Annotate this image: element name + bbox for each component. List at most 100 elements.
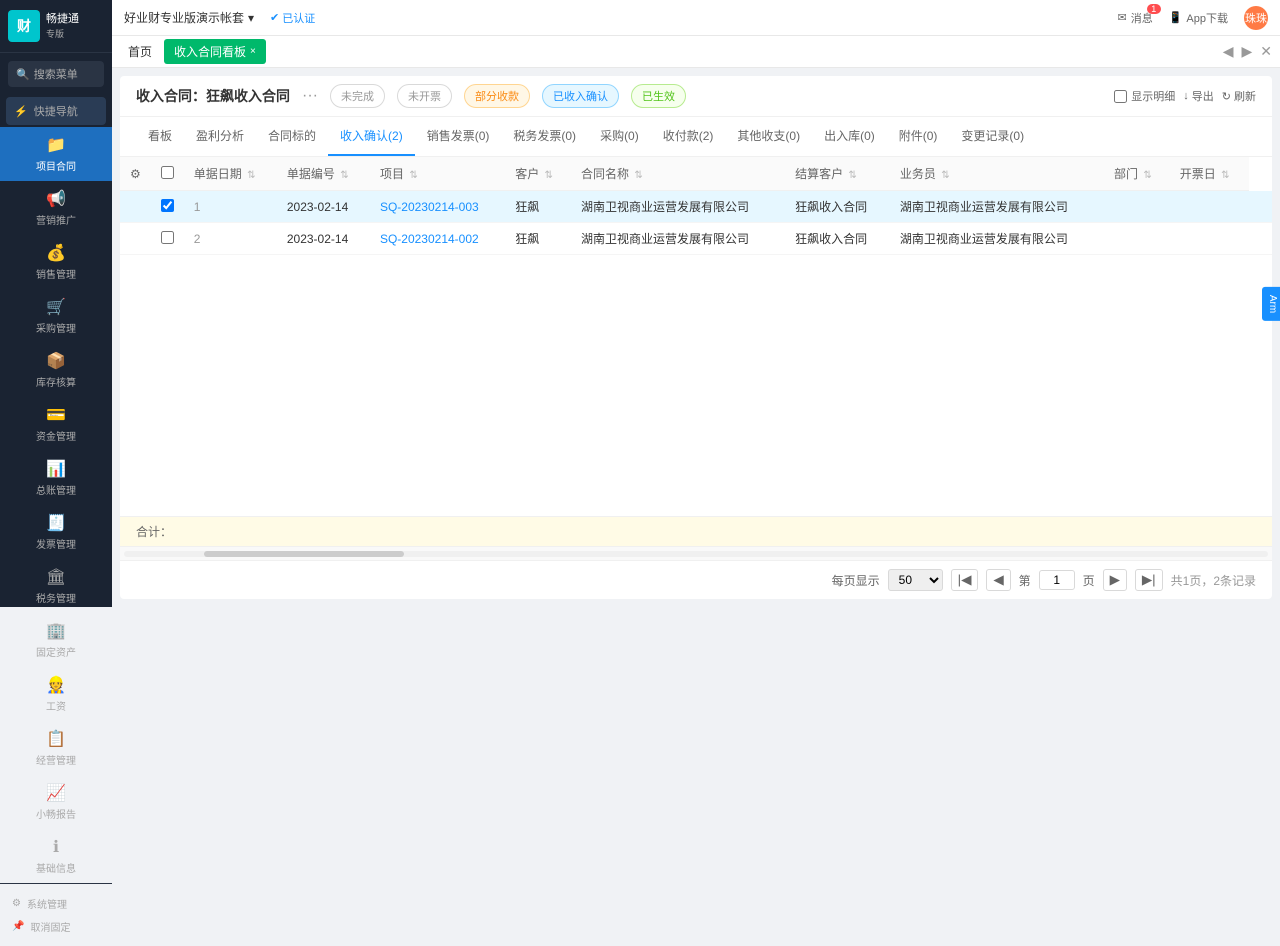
row-number-1[interactable]: SQ-20230214-002	[370, 223, 505, 255]
scroll-thumb[interactable]	[204, 551, 404, 557]
active-tab[interactable]: 收入合同看板 ×	[164, 39, 266, 64]
sidebar-item-库存核算[interactable]: 📦库存核算	[0, 343, 112, 397]
messages-button[interactable]: ✉ 消息 1	[1118, 10, 1153, 26]
pagination-last-button[interactable]: ▶|	[1135, 569, 1163, 591]
status-confirmed-button[interactable]: 已收入确认	[542, 84, 619, 108]
per-page-select[interactable]: 50 10 20 100	[888, 569, 943, 591]
pagination: 每页显示 50 10 20 100 |◀ ◀ 第 页 ▶ ▶| 共1页，2条记录	[120, 560, 1272, 599]
status-no-invoice-button[interactable]: 未开票	[397, 84, 452, 108]
status-partial-button[interactable]: 部分收款	[464, 84, 530, 108]
row-checkbox-0[interactable]	[161, 199, 174, 212]
subtab-3[interactable]: 收入确认(2)	[328, 117, 415, 156]
row-num-0: 1	[184, 191, 277, 223]
subtab-8[interactable]: 其他收支(0)	[725, 117, 812, 156]
sidebar-item-税务管理[interactable]: 🏛税务管理	[0, 559, 112, 613]
horizontal-scrollbar[interactable]	[120, 546, 1272, 560]
sidebar-item-采购管理[interactable]: 🛒采购管理	[0, 289, 112, 343]
row-number-link-0[interactable]: SQ-20230214-003	[380, 200, 479, 214]
sidebar-icon-13: 📋	[46, 729, 66, 749]
sidebar-item-销售管理[interactable]: 💰销售管理	[0, 235, 112, 289]
subtab-10[interactable]: 附件(0)	[887, 117, 950, 156]
pagination-first-button[interactable]: |◀	[951, 569, 979, 591]
subtab-6[interactable]: 采购(0)	[588, 117, 651, 156]
status-incomplete-button[interactable]: 未完成	[330, 84, 385, 108]
logo-sub: 专版	[46, 27, 79, 40]
subtab-11[interactable]: 变更记录(0)	[949, 117, 1036, 156]
column-settings-icon[interactable]: ⚙	[130, 167, 141, 181]
tab-prev-button[interactable]: ◀	[1223, 43, 1234, 60]
search-menu-button[interactable]: 🔍 搜索菜单	[8, 61, 104, 87]
table-row[interactable]: 2 2023-02-14 SQ-20230214-002 狂飙 湖南卫视商业运营…	[120, 223, 1272, 255]
sidebar-item-工资[interactable]: 👷工资	[0, 667, 112, 721]
row-customer-1: 湖南卫视商业运营发展有限公司	[571, 223, 785, 255]
pagination-page-input[interactable]	[1039, 570, 1075, 590]
sidebar-item-小畅报告[interactable]: 📈小畅报告	[0, 775, 112, 829]
sort-icon-salesperson[interactable]: ⇅	[941, 170, 949, 181]
sidebar-label-14: 小畅报告	[36, 806, 76, 821]
sort-icon-open-date[interactable]: ⇅	[1221, 170, 1229, 181]
row-check-0[interactable]	[151, 191, 184, 223]
tab-next-button[interactable]: ▶	[1241, 43, 1252, 60]
sidebar-bottom-system[interactable]: ⚙ 系统管理	[8, 892, 104, 915]
subtab-7[interactable]: 收付款(2)	[651, 117, 726, 156]
status-effective-button[interactable]: 已生效	[631, 84, 686, 108]
refresh-button[interactable]: ↻ 刷新	[1222, 88, 1256, 104]
tab-close-all-button[interactable]: ✕	[1260, 43, 1272, 60]
table-row[interactable]: 1 2023-02-14 SQ-20230214-003 狂飙 湖南卫视商业运营…	[120, 191, 1272, 223]
select-all-checkbox[interactable]	[161, 166, 174, 179]
sidebar-item-经营管理[interactable]: 📋经营管理	[0, 721, 112, 775]
subtab-9[interactable]: 出入库(0)	[812, 117, 887, 156]
row-opendate-1	[1249, 223, 1272, 255]
row-number-link-1[interactable]: SQ-20230214-002	[380, 232, 479, 246]
sidebar-item-固定资产[interactable]: 🏢固定资产	[0, 613, 112, 667]
sort-icon-department[interactable]: ⇅	[1143, 170, 1151, 181]
sort-icon-client[interactable]: ⇅	[848, 170, 856, 181]
search-icon: 🔍	[16, 68, 30, 81]
tab-close-button[interactable]: ×	[250, 46, 256, 57]
pagination-prev-button[interactable]: ◀	[986, 569, 1010, 591]
company-selector[interactable]: 好业财专业版演示帐套 ▾	[124, 9, 254, 26]
user-avatar[interactable]: 珠珠	[1244, 6, 1268, 30]
column-department: 部门 ⇅	[1104, 157, 1170, 191]
sort-icon-date[interactable]: ⇅	[247, 170, 255, 181]
column-check	[151, 157, 184, 191]
sidebar-item-资金管理[interactable]: 💳资金管理	[0, 397, 112, 451]
subtab-5[interactable]: 税务发票(0)	[501, 117, 588, 156]
sort-icon-customer[interactable]: ⇅	[545, 170, 553, 181]
sidebar-bottom-unpin[interactable]: 📌 取消固定	[8, 915, 104, 938]
subtab-4[interactable]: 销售发票(0)	[415, 117, 502, 156]
home-tab[interactable]: 首页	[120, 43, 160, 60]
pagination-page-unit: 页	[1083, 572, 1095, 589]
sidebar-icon-12: 👷	[46, 675, 66, 695]
sort-icon-number[interactable]: ⇅	[340, 170, 348, 181]
sidebar-icon-8: 📊	[46, 459, 66, 479]
row-check-1[interactable]	[151, 223, 184, 255]
show-detail-input[interactable]	[1114, 90, 1127, 103]
sidebar-item-总账管理[interactable]: 📊总账管理	[0, 451, 112, 505]
subtab-1[interactable]: 盈利分析	[184, 117, 256, 156]
row-number-0[interactable]: SQ-20230214-003	[370, 191, 505, 223]
pagination-next-button[interactable]: ▶	[1103, 569, 1127, 591]
sort-icon-contract[interactable]: ⇅	[634, 170, 642, 181]
subtab-0[interactable]: 看板	[136, 117, 184, 156]
right-float-button[interactable]: Arm	[1262, 286, 1280, 320]
quick-nav-button[interactable]: ⚡ 快捷导航	[6, 97, 106, 125]
export-button[interactable]: ↓ 导出	[1183, 88, 1214, 104]
check-icon: ✔	[270, 11, 279, 24]
table-header-row: ⚙ 单据日期 ⇅ 单据编号 ⇅ 项目 ⇅ 客户 ⇅ 合同名称 ⇅ 结算客户 ⇅ …	[120, 157, 1272, 191]
row-contract-1: 狂飙收入合同	[785, 223, 890, 255]
refresh-icon: ↻	[1222, 90, 1231, 103]
subtab-2[interactable]: 合同标的	[256, 117, 328, 156]
sort-icon-project[interactable]: ⇅	[409, 170, 417, 181]
more-options-button[interactable]: ···	[302, 87, 318, 105]
row-checkbox-1[interactable]	[161, 231, 174, 244]
sidebar-item-项目合同[interactable]: 📁项目合同	[0, 127, 112, 181]
app-download-button[interactable]: 📱 App下载	[1169, 10, 1228, 26]
logo-text: 畅捷通	[46, 12, 79, 26]
row-customer-0: 湖南卫视商业运营发展有限公司	[571, 191, 785, 223]
show-detail-checkbox[interactable]: 显示明细	[1114, 88, 1175, 104]
sidebar-item-发票管理[interactable]: 🧾发票管理	[0, 505, 112, 559]
topbar: 好业财专业版演示帐套 ▾ ✔ 已认证 ✉ 消息 1 📱 App下载 珠珠	[112, 0, 1280, 36]
sidebar-item-基础信息[interactable]: ℹ基础信息	[0, 829, 112, 883]
sidebar-item-营销推广[interactable]: 📢营销推广	[0, 181, 112, 235]
